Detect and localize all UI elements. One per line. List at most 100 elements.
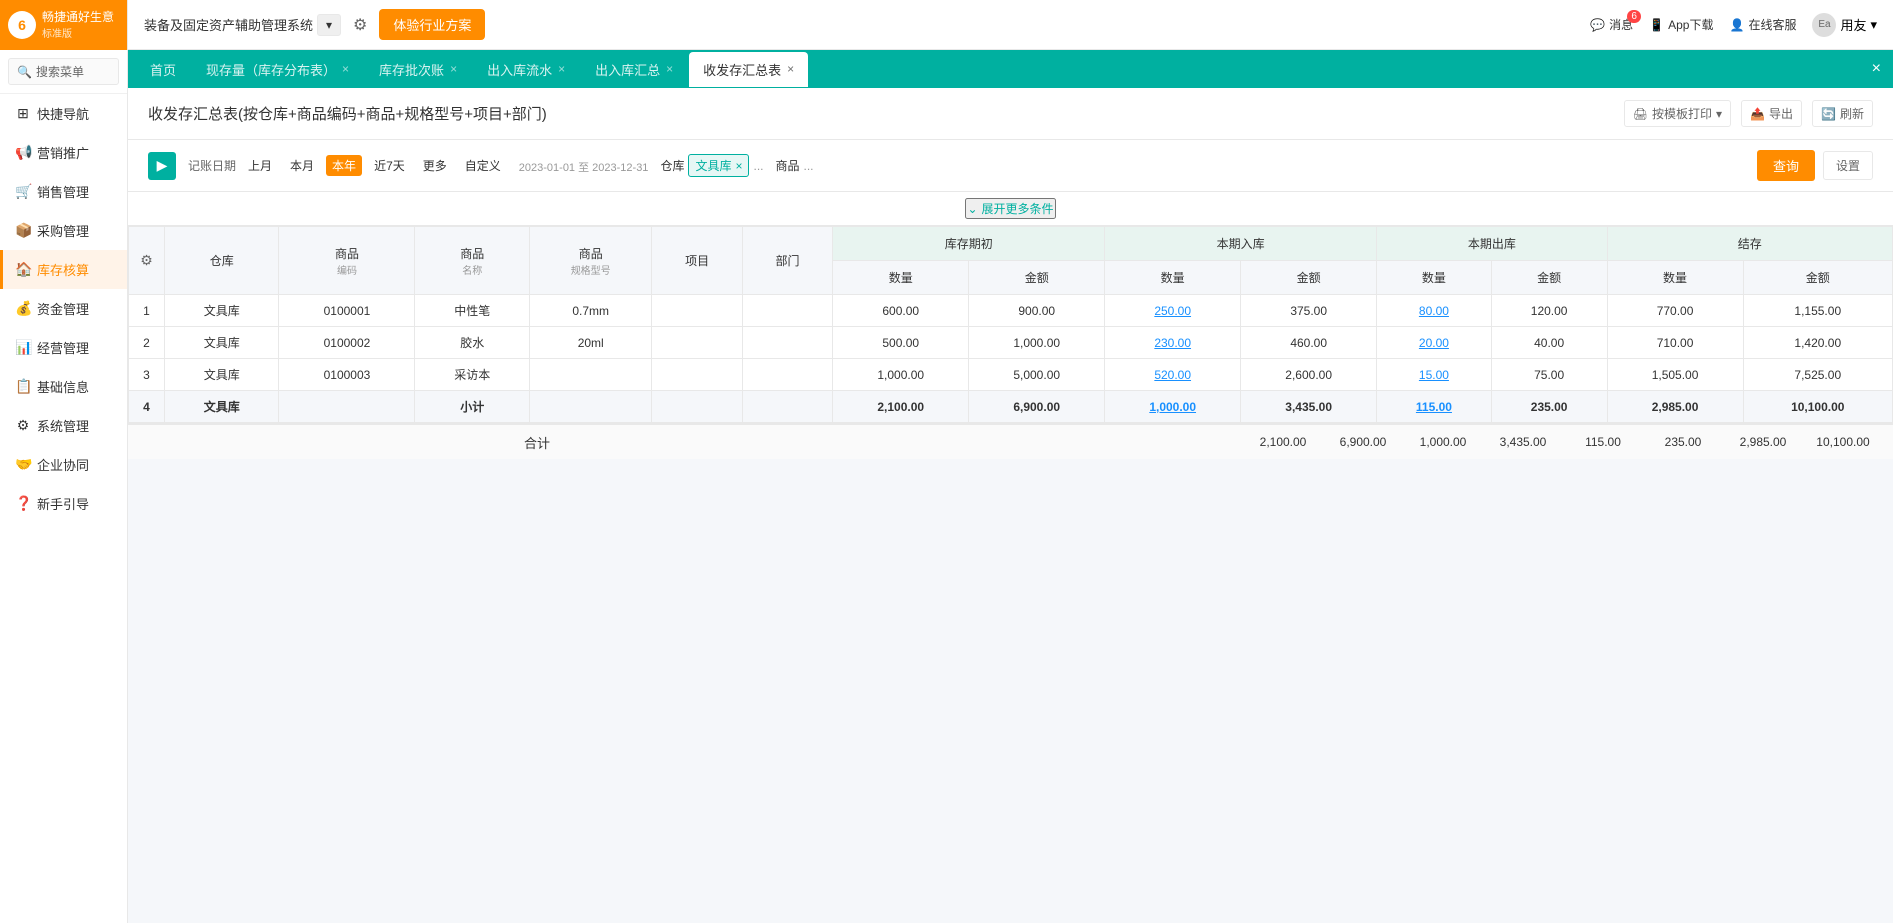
row-out-qty-link[interactable]: 20.00: [1419, 336, 1449, 350]
row-out-qty-link[interactable]: 115.00: [1416, 400, 1452, 414]
close-all-tabs-button[interactable]: ×: [1860, 60, 1893, 78]
sidebar-item-operations[interactable]: 📊 经营管理: [0, 328, 127, 367]
footer-in-amt: 3,435.00: [1483, 431, 1563, 453]
sidebar-item-quick-nav[interactable]: ⊞ 快捷导航: [0, 94, 127, 133]
row-out-qty[interactable]: 15.00: [1377, 359, 1492, 391]
row-no: 2: [129, 327, 165, 359]
sidebar-item-cooperation[interactable]: 🤝 企业协同: [0, 445, 127, 484]
user-menu[interactable]: Ea 用友 ▾: [1812, 13, 1877, 37]
col-department-header: 部门: [742, 227, 832, 295]
col-in-amt-header: 金额: [1241, 261, 1377, 295]
tab-batch-account-close[interactable]: ×: [450, 62, 457, 76]
messages-badge: 6: [1627, 10, 1641, 23]
content-area: 收发存汇总表(按仓库+商品编码+商品+规格型号+项目+部门) 🖨 按模板打印 ▾…: [128, 88, 1893, 923]
sales-icon: 🛒: [15, 183, 31, 200]
date-last-month-btn[interactable]: 上月: [242, 155, 278, 176]
online-service-button[interactable]: 👤 在线客服: [1729, 16, 1796, 33]
row-goods-name: 胶水: [415, 327, 529, 359]
tab-stock-dist[interactable]: 现存量（库存分布表） ×: [192, 52, 363, 87]
query-button[interactable]: 查询: [1757, 150, 1815, 181]
date-this-month-btn[interactable]: 本月: [284, 155, 320, 176]
date-more-btn[interactable]: 更多: [417, 155, 453, 176]
sidebar-item-inventory[interactable]: 🏠 库存核算: [0, 250, 127, 289]
service-icon: 👤: [1729, 18, 1744, 32]
sidebar-item-sales[interactable]: 🛒 销售管理: [0, 172, 127, 211]
print-label: 按模板打印: [1652, 105, 1712, 122]
messages-button[interactable]: 💬 消息 6: [1590, 16, 1633, 33]
row-department: [742, 295, 832, 327]
table-settings-icon[interactable]: ⚙: [140, 252, 153, 268]
table-row: 1文具库0100001中性笔0.7mm600.00900.00250.00375…: [129, 295, 1893, 327]
date-7days-btn[interactable]: 近7天: [368, 155, 411, 176]
filter-expand-button[interactable]: ▶: [148, 152, 176, 180]
app-download-button[interactable]: 📱 App下载: [1649, 16, 1713, 33]
quick-nav-icon: ⊞: [15, 105, 31, 122]
settings-icon[interactable]: ⚙: [353, 15, 367, 35]
row-in-qty[interactable]: 230.00: [1105, 327, 1241, 359]
row-out-qty[interactable]: 20.00: [1377, 327, 1492, 359]
search-menu-button[interactable]: 🔍 搜索菜单: [8, 58, 119, 85]
col-settings-header: ⚙: [129, 227, 165, 295]
row-no: 1: [129, 295, 165, 327]
tab-batch-account[interactable]: 库存批次账 ×: [365, 52, 471, 87]
row-out-qty[interactable]: 80.00: [1377, 295, 1492, 327]
row-in-qty-link[interactable]: 230.00: [1154, 336, 1191, 350]
expand-more-button[interactable]: ⌄ 展开更多条件: [965, 198, 1055, 219]
sidebar-item-marketing[interactable]: 📢 营销推广: [0, 133, 127, 172]
tab-inout-summary[interactable]: 出入库汇总 ×: [581, 52, 687, 87]
row-close-qty: 770.00: [1607, 295, 1743, 327]
table-row: 2文具库0100002胶水20ml500.001,000.00230.00460…: [129, 327, 1893, 359]
goods-filter: 商品 ...: [776, 157, 814, 174]
col-goods-spec-header: 商品规格型号: [529, 227, 651, 295]
system-dropdown[interactable]: ▾: [317, 14, 341, 36]
trial-button[interactable]: 体验行业方案: [379, 9, 485, 40]
message-icon: 💬: [1590, 18, 1605, 32]
refresh-button[interactable]: 🔄 刷新: [1812, 100, 1873, 127]
row-in-qty-link[interactable]: 1,000.00: [1149, 400, 1196, 414]
date-this-year-btn[interactable]: 本年: [326, 155, 362, 176]
filter-actions: 查询 设置: [1757, 150, 1873, 181]
footer-open-qty: 2,100.00: [1243, 431, 1323, 453]
sidebar-item-purchase[interactable]: 📦 采购管理: [0, 211, 127, 250]
print-button[interactable]: 🖨 按模板打印 ▾: [1624, 100, 1731, 127]
tab-inout-flow[interactable]: 出入库流水 ×: [473, 52, 579, 87]
row-in-qty-link[interactable]: 520.00: [1154, 368, 1191, 382]
warehouse-tag-text: 文具库: [695, 157, 731, 174]
export-button[interactable]: 📤 导出: [1741, 100, 1802, 127]
row-department: [742, 391, 832, 423]
row-no: 3: [129, 359, 165, 391]
goods-more-btn[interactable]: ...: [804, 159, 814, 173]
tab-inout-summary-close[interactable]: ×: [666, 62, 673, 76]
footer-open-amt: 6,900.00: [1323, 431, 1403, 453]
row-in-qty[interactable]: 520.00: [1105, 359, 1241, 391]
row-in-amt: 3,435.00: [1241, 391, 1377, 423]
tab-inout-flow-close[interactable]: ×: [558, 62, 565, 76]
date-custom-btn[interactable]: 自定义: [459, 155, 507, 176]
row-in-qty[interactable]: 1,000.00: [1105, 391, 1241, 423]
warehouse-tag-close-icon[interactable]: ×: [735, 159, 742, 173]
sidebar-item-guide[interactable]: ❓ 新手引导: [0, 484, 127, 523]
row-in-qty[interactable]: 250.00: [1105, 295, 1241, 327]
tab-home[interactable]: 首页: [136, 52, 190, 87]
tab-stock-dist-close[interactable]: ×: [342, 62, 349, 76]
tab-recv-send-summary[interactable]: 收发存汇总表 ×: [689, 52, 808, 87]
row-out-qty-link[interactable]: 80.00: [1419, 304, 1449, 318]
sidebar-item-base-info[interactable]: 📋 基础信息: [0, 367, 127, 406]
row-open-amt: 900.00: [969, 295, 1105, 327]
row-out-qty-link[interactable]: 15.00: [1419, 368, 1449, 382]
col-closing-amt-header: 金额: [1743, 261, 1892, 295]
row-in-amt: 460.00: [1241, 327, 1377, 359]
table-row: 4文具库小计2,100.006,900.001,000.003,435.0011…: [129, 391, 1893, 423]
sidebar-item-system[interactable]: ⚙ 系统管理: [0, 406, 127, 445]
row-out-qty[interactable]: 115.00: [1377, 391, 1492, 423]
filter-bar: ▶ 记账日期 上月 本月 本年 近7天 更多 自定义 2023-01-01 至 …: [128, 140, 1893, 192]
warehouse-more-btn[interactable]: ...: [753, 159, 763, 173]
sidebar-item-finance[interactable]: 💰 资金管理: [0, 289, 127, 328]
row-in-qty-link[interactable]: 250.00: [1154, 304, 1191, 318]
row-close-amt: 1,420.00: [1743, 327, 1892, 359]
row-in-amt: 2,600.00: [1241, 359, 1377, 391]
filter-settings-button[interactable]: 设置: [1823, 151, 1873, 180]
tab-recv-send-summary-close[interactable]: ×: [787, 62, 794, 76]
warehouse-tag[interactable]: 文具库 ×: [688, 154, 749, 177]
row-close-qty: 1,505.00: [1607, 359, 1743, 391]
